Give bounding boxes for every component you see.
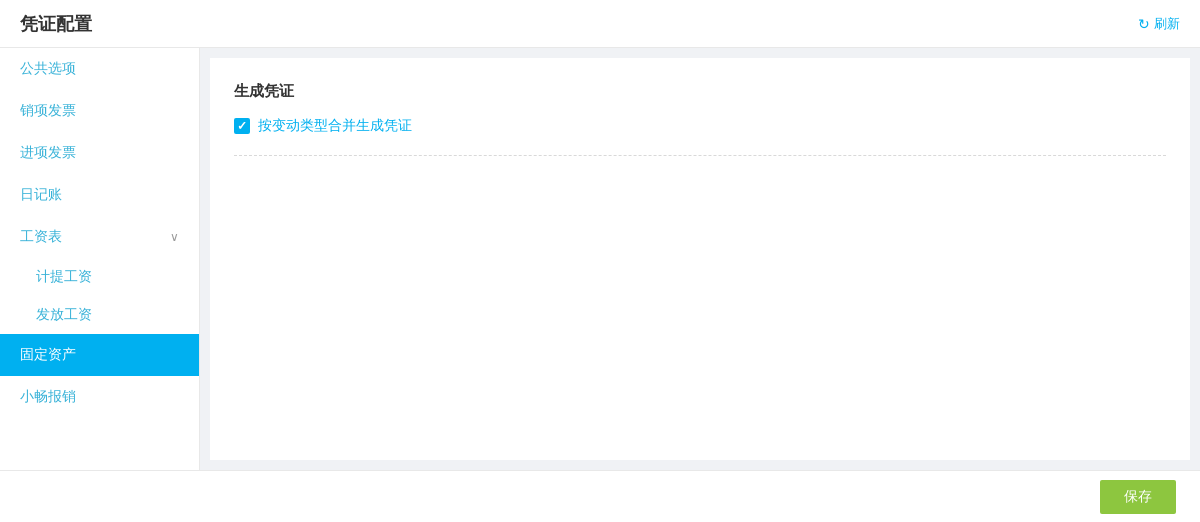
divider <box>234 155 1166 156</box>
sidebar-item-purchase-invoice[interactable]: 进项发票 <box>0 132 199 174</box>
refresh-label: 刷新 <box>1154 15 1180 33</box>
sidebar-label-purchase-invoice: 进项发票 <box>20 144 76 162</box>
chevron-icon: ∨ <box>170 230 179 244</box>
sidebar-label-public-options: 公共选项 <box>20 60 76 78</box>
sidebar-label-sales-invoice: 销项发票 <box>20 102 76 120</box>
sidebar-item-expense-report[interactable]: 小畅报销 <box>0 376 199 418</box>
sidebar-item-fixed-assets[interactable]: 固定资产 <box>0 334 199 376</box>
save-button[interactable]: 保存 <box>1100 480 1176 514</box>
section-title: 生成凭证 <box>234 82 1166 101</box>
sidebar-label-journal: 日记账 <box>20 186 62 204</box>
sidebar: 公共选项销项发票进项发票日记账工资表 ∨ 计提工资发放工资固定资产小畅报销 <box>0 48 200 470</box>
checkbox-label[interactable]: 按变动类型合并生成凭证 <box>258 117 412 135</box>
sidebar-item-public-options[interactable]: 公共选项 <box>0 48 199 90</box>
sidebar-item-pay-salary[interactable]: 发放工资 <box>0 296 199 334</box>
page-title: 凭证配置 <box>20 12 92 36</box>
sidebar-item-sales-invoice[interactable]: 销项发票 <box>0 90 199 132</box>
footer: 保存 <box>0 470 1200 522</box>
sidebar-item-payroll[interactable]: 工资表 ∨ <box>0 216 199 258</box>
sidebar-label-expense-report: 小畅报销 <box>20 388 76 406</box>
page-wrapper: 凭证配置 ↻ 刷新 公共选项销项发票进项发票日记账工资表 ∨ 计提工资发放工资固定资… <box>0 0 1200 522</box>
main-content: 公共选项销项发票进项发票日记账工资表 ∨ 计提工资发放工资固定资产小畅报销 生成凭证… <box>0 48 1200 470</box>
merge-by-type-checkbox[interactable] <box>234 118 250 134</box>
sidebar-label-fixed-assets: 固定资产 <box>20 346 76 364</box>
sidebar-item-accrual-salary[interactable]: 计提工资 <box>0 258 199 296</box>
refresh-button[interactable]: ↻ 刷新 <box>1138 15 1180 33</box>
sidebar-label-payroll: 工资表 <box>20 228 62 246</box>
refresh-icon: ↻ <box>1138 16 1150 32</box>
content-area: 生成凭证 按变动类型合并生成凭证 <box>210 58 1190 460</box>
checkbox-row: 按变动类型合并生成凭证 <box>234 117 1166 135</box>
sidebar-item-journal[interactable]: 日记账 <box>0 174 199 216</box>
header: 凭证配置 ↻ 刷新 <box>0 0 1200 48</box>
